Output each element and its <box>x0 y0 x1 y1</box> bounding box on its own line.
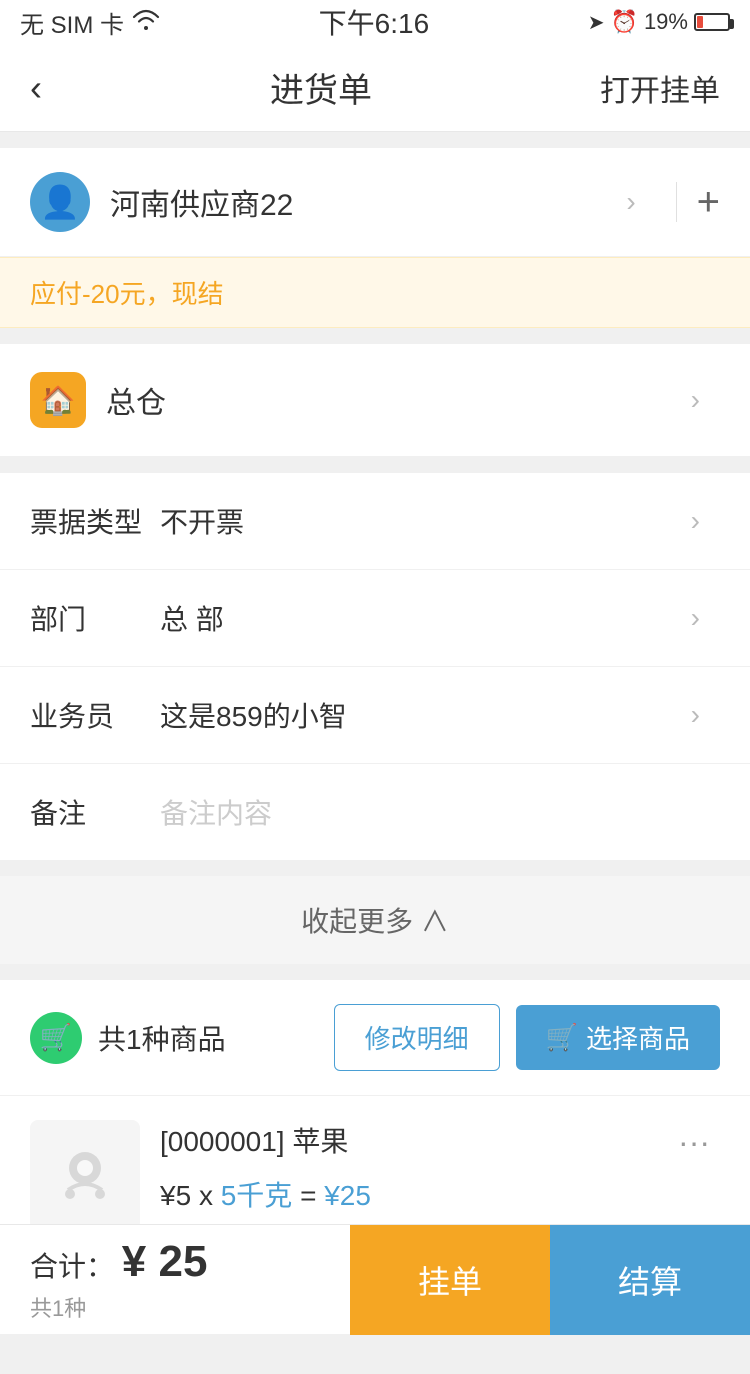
chevron-right-icon: › <box>626 186 635 218</box>
carrier-label: 无 SIM 卡 <box>20 5 124 40</box>
product-total: ¥25 <box>324 1180 371 1211</box>
select-product-button[interactable]: 🛒 选择商品 <box>516 1005 720 1070</box>
add-button[interactable]: + <box>697 180 720 225</box>
wifi-icon <box>132 8 160 37</box>
dept-value: 总 部 <box>150 598 691 638</box>
product-qty: 5千克 <box>221 1180 293 1211</box>
product-name: [0000001] 苹果 <box>160 1120 668 1160</box>
multiply-sign: x <box>199 1180 221 1211</box>
edit-detail-button[interactable]: 修改明细 <box>334 1004 500 1071</box>
more-options-button[interactable]: ··· <box>668 1120 720 1165</box>
dept-row[interactable]: 部门 总 部 › <box>0 569 750 666</box>
location-icon: ➤ <box>588 10 605 35</box>
warehouse-icon: 🏠 <box>30 372 86 428</box>
page-title: 进货单 <box>270 63 372 112</box>
total-amount: ¥ 25 <box>122 1237 208 1286</box>
sales-label: 业务员 <box>30 695 150 735</box>
status-right: ➤ ⏰ 19% <box>588 9 730 35</box>
form-section: 票据类型 不开票 › 部门 总 部 › 业务员 这是859的小智 › 备注 备注… <box>0 472 750 860</box>
total-sub: 共1种 <box>30 1291 320 1323</box>
warning-banner: 应付-20元，现结 <box>0 257 750 328</box>
products-icon: 🛒 <box>30 1012 82 1064</box>
collapse-button[interactable]: 收起更多 ∧ <box>0 876 750 964</box>
warehouse-section: 🏠 总仓 › <box>0 344 750 456</box>
total-area: 合计： ¥ 25 共1种 <box>0 1237 350 1323</box>
supplier-section: 👤 河南供应商22 › + 应付-20元，现结 <box>0 148 750 328</box>
sales-row[interactable]: 业务员 这是859的小智 › <box>0 666 750 763</box>
chevron-right-icon: › <box>691 602 700 634</box>
open-pending-button[interactable]: 打开挂单 <box>600 66 720 110</box>
equals-sign: = <box>300 1180 324 1211</box>
bottom-bar: 合计： ¥ 25 共1种 挂单 结算 <box>0 1224 750 1334</box>
status-time: 下午6:16 <box>319 2 430 42</box>
invoice-type-label: 票据类型 <box>30 501 150 541</box>
remark-row[interactable]: 备注 备注内容 <box>0 763 750 860</box>
supplier-name: 河南供应商22 <box>110 180 626 224</box>
alarm-icon: ⏰ <box>611 9 638 35</box>
cart-icon: 🛒 <box>546 1022 578 1053</box>
sales-value: 这是859的小智 <box>150 695 691 735</box>
product-info: [0000001] 苹果 ¥5 x 5千克 = ¥25 <box>160 1120 668 1214</box>
warning-text: 应付-20元，现结 <box>30 279 224 309</box>
invoice-type-row[interactable]: 票据类型 不开票 › <box>0 472 750 569</box>
shopping-icon: 🛒 <box>40 1022 72 1053</box>
products-header: 🛒 共1种商品 修改明细 🛒 选择商品 <box>0 980 750 1095</box>
battery-icon <box>694 13 730 31</box>
user-icon: 👤 <box>40 183 80 221</box>
product-thumbnail <box>30 1120 140 1230</box>
status-bar: 无 SIM 卡 下午6:16 ➤ ⏰ 19% <box>0 0 750 44</box>
chevron-right-icon: › <box>691 699 700 731</box>
hang-order-button[interactable]: 挂单 <box>350 1225 550 1335</box>
product-price: ¥5 <box>160 1180 191 1211</box>
chevron-right-icon: › <box>691 505 700 537</box>
chevron-right-icon: › <box>691 384 700 416</box>
product-price-row: ¥5 x 5千克 = ¥25 <box>160 1174 668 1214</box>
select-product-label: 选择商品 <box>586 1019 690 1056</box>
warehouse-name: 总仓 <box>106 378 691 422</box>
battery-percent: 19% <box>644 9 688 35</box>
status-left: 无 SIM 卡 <box>20 5 160 40</box>
nav-bar: ‹ 进货单 打开挂单 <box>0 44 750 132</box>
total-label: 合计： <box>30 1251 114 1282</box>
product-thumb-icon <box>50 1140 120 1210</box>
invoice-type-value: 不开票 <box>150 501 691 541</box>
products-count: 共1种商品 <box>98 1018 334 1058</box>
supplier-avatar: 👤 <box>30 172 90 232</box>
divider <box>676 182 677 222</box>
remark-input[interactable]: 备注内容 <box>150 792 720 832</box>
warehouse-row[interactable]: 🏠 总仓 › <box>0 344 750 456</box>
supplier-row[interactable]: 👤 河南供应商22 › + <box>0 148 750 257</box>
checkout-button[interactable]: 结算 <box>550 1225 750 1335</box>
remark-label: 备注 <box>30 792 150 832</box>
back-button[interactable]: ‹ <box>30 67 42 109</box>
dept-label: 部门 <box>30 598 150 638</box>
